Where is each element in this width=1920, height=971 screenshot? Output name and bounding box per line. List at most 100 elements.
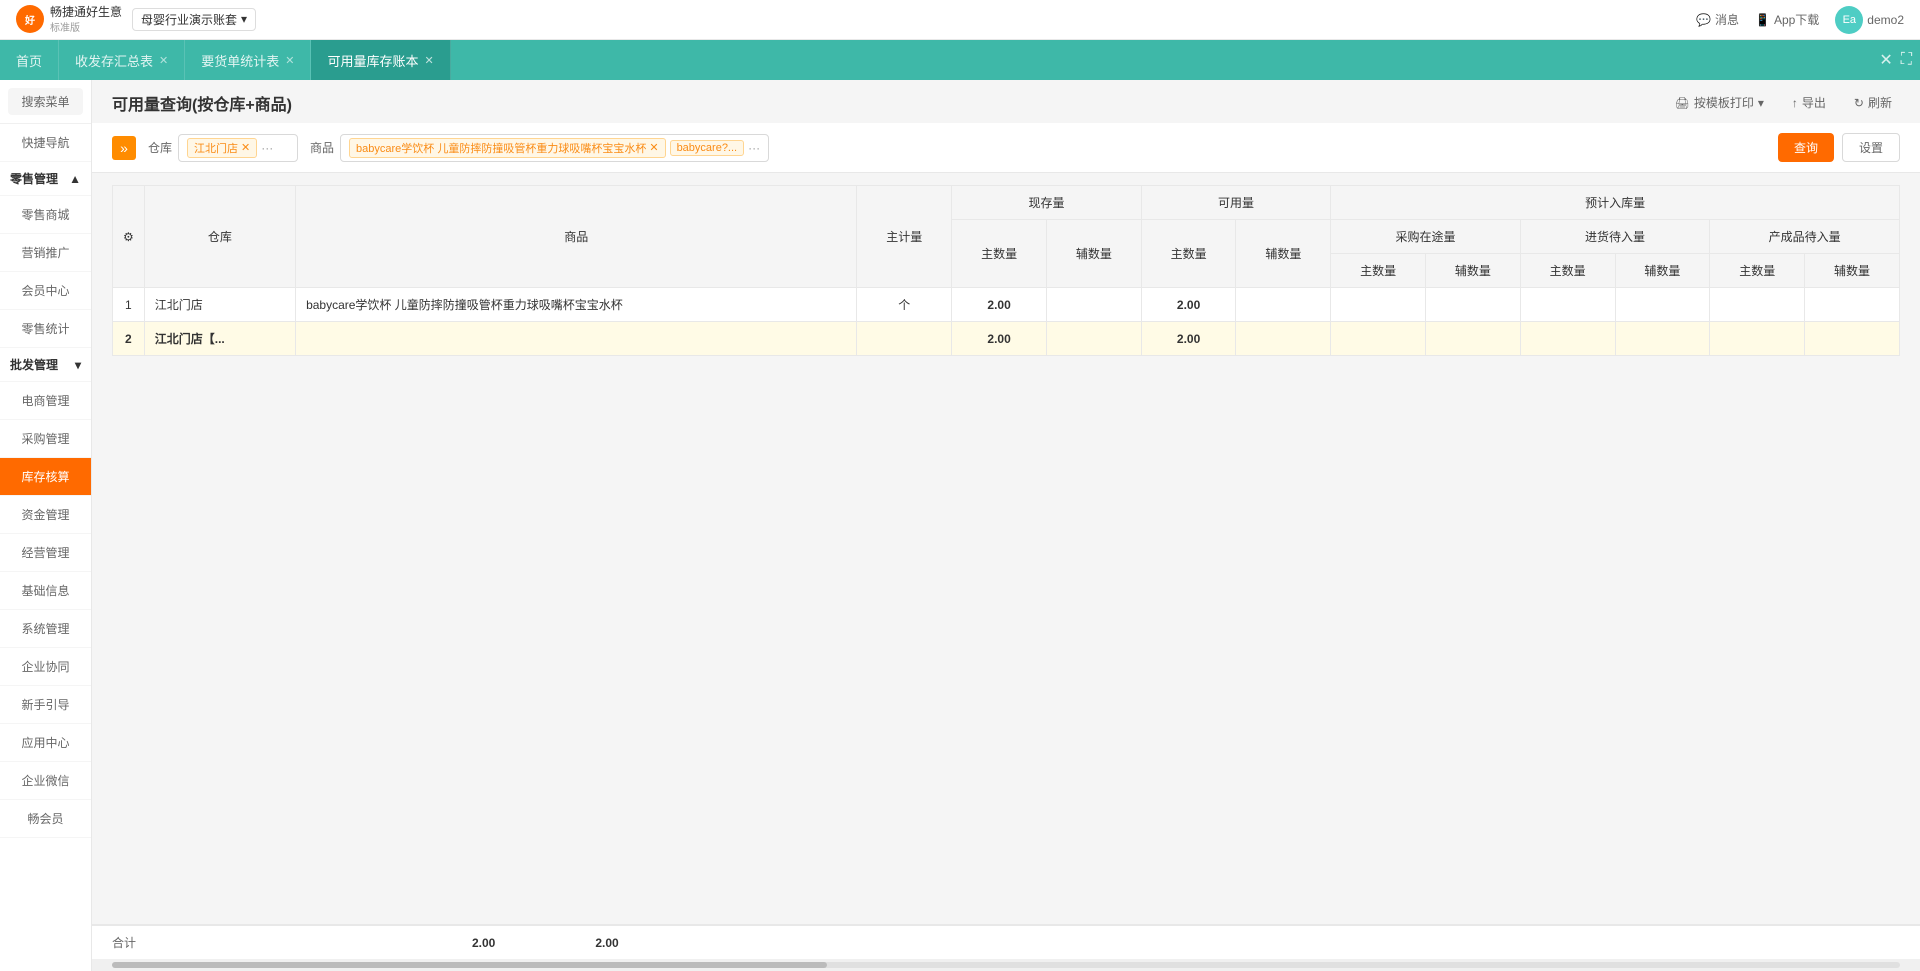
close-all-tabs-button[interactable]: ✕ [1879,50,1892,70]
warehouse-tag-close[interactable]: ✕ [241,141,250,154]
topbar-left: 好 畅捷通好生意 标准版 母婴行业演示账套 ▾ [16,5,256,34]
th-available-group: 可用量 [1141,186,1331,220]
close-icon[interactable]: ✕ [159,54,168,67]
th-planned-in-group: 预计入库量 [1331,186,1900,220]
product-tag-1-label: babycare学饮杯 儿童防摔防撞吸管杯重力球吸嘴杯宝宝水杯 [356,140,646,156]
sidebar-item-retail-mall[interactable]: 零售商城 [0,196,91,234]
sidebar-item-corp-wechat[interactable]: 企业微信 [0,762,91,800]
sidebar-item-ops-mgmt[interactable]: 经营管理 [0,534,91,572]
warehouse-filter-label: 仓库 [148,139,172,156]
chevron-down-icon: ▾ [1758,96,1764,110]
table-row: 2江北门店【...2.002.00 [113,322,1900,356]
refresh-icon: ↻ [1854,96,1864,110]
product-input[interactable]: babycare学饮杯 儿童防摔防撞吸管杯重力球吸嘴杯宝宝水杯 ✕ babyca… [340,134,769,162]
export-button[interactable]: ↑ 导出 [1784,90,1834,115]
sidebar-item-quick-nav[interactable]: 快捷导航 [0,124,91,162]
sidebar-item-marketing-label: 营销推广 [21,246,69,260]
data-table: ⚙ 仓库 商品 主计量 现存量 可用量 预计入库量 主数量 辅数量 主数量 辅数… [112,185,1900,356]
th-purchase-main: 主数量 [1331,254,1426,288]
print-template-button[interactable]: 🖨 按模板打印 ▾ [1667,90,1772,115]
tab-home[interactable]: 首页 [0,40,59,80]
scrollbar-track[interactable] [112,962,1900,968]
product-tag-1-close[interactable]: ✕ [649,141,658,154]
footer-avail-main: 2.00 [595,936,618,950]
th-stock-main: 主数量 [952,220,1047,288]
print-icon: 🖨 [1675,96,1690,110]
sidebar-item-basic-info-label: 基础信息 [21,584,69,598]
sidebar-item-retail-mgmt-label: 零售管理 [10,170,58,187]
table-container: ⚙ 仓库 商品 主计量 现存量 可用量 预计入库量 主数量 辅数量 主数量 辅数… [92,173,1920,924]
page-header: 可用量查询(按仓库+商品) 🖨 按模板打印 ▾ ↑ 导出 ↻ 刷新 [92,80,1920,123]
chevron-down-icon: ▾ [75,358,81,372]
product-tag-1: babycare学饮杯 儿童防摔防撞吸管杯重力球吸嘴杯宝宝水杯 ✕ [349,138,666,158]
sidebar-item-retail-stats[interactable]: 零售统计 [0,310,91,348]
avatar: Ea [1835,6,1863,34]
logo-area: 好 畅捷通好生意 标准版 [16,5,122,34]
close-icon[interactable]: ✕ [285,54,294,67]
sidebar-item-purchase-mgmt[interactable]: 采购管理 [0,420,91,458]
sidebar-item-ecom-mgmt[interactable]: 电商管理 [0,382,91,420]
user-action[interactable]: Ea demo2 [1835,6,1904,34]
sidebar-item-corp-collab[interactable]: 企业协同 [0,648,91,686]
refresh-button[interactable]: ↻ 刷新 [1846,90,1900,115]
sidebar-item-retail-mall-label: 零售商城 [21,208,69,222]
th-product: 商品 [296,186,857,288]
sidebar-item-member-label: 畅会员 [27,812,63,826]
sidebar-item-retail-mgmt[interactable]: 零售管理 ▲ [0,162,91,196]
filter-more-icon2[interactable]: ··· [748,141,760,155]
warehouse-tag-label: 江北门店 [194,140,238,156]
th-products-main: 主数量 [1710,254,1805,288]
settings-button[interactable]: 设置 [1842,133,1900,162]
export-label: 导出 [1802,94,1826,111]
filter-more-icon[interactable]: ··· [261,141,273,155]
close-icon[interactable]: ✕ [425,54,434,67]
th-gear[interactable]: ⚙ [113,186,145,288]
sidebar-item-new-guide[interactable]: 新手引导 [0,686,91,724]
sidebar-item-sys-mgmt[interactable]: 系统管理 [0,610,91,648]
sidebar-item-stock-mgmt-label: 库存核算 [21,470,69,484]
scrollbar-thumb[interactable] [112,962,827,968]
tab-order-stats[interactable]: 要货单统计表 ✕ [185,40,311,80]
message-icon: 💬 [1696,13,1711,27]
filter-bar: » 仓库 江北门店 ✕ ··· 商品 babycare学饮杯 儿童防摔防撞吸管杯… [92,123,1920,173]
sidebar-item-finance-mgmt-label: 资金管理 [21,508,69,522]
message-action[interactable]: 💬 消息 [1696,11,1739,28]
scrollbar-area [92,959,1920,971]
maximize-button[interactable]: ⛶ [1901,51,1912,69]
app-download-action[interactable]: 📱 App下载 [1755,11,1819,28]
sidebar-item-member[interactable]: 畅会员 [0,800,91,838]
sidebar-item-member-center[interactable]: 会员中心 [0,272,91,310]
tab-order-stats-label: 要货单统计表 [201,51,279,70]
tab-home-label: 首页 [16,51,42,70]
sidebar-item-wholesale-mgmt-label: 批发管理 [10,356,58,373]
table-row: 1江北门店babycare学饮杯 儿童防摔防撞吸管杯重力球吸嘴杯宝宝水杯个2.0… [113,288,1900,322]
nav-tabs: 首页 收发存汇总表 ✕ 要货单统计表 ✕ 可用量库存账本 ✕ ✕ ⛶ [0,40,1920,80]
query-button[interactable]: 查询 [1778,133,1834,162]
footer-values: 2.00 2.00 [192,936,1900,950]
sidebar-item-marketing[interactable]: 营销推广 [0,234,91,272]
sidebar-item-stock-mgmt[interactable]: 库存核算 [0,458,91,496]
tab-income-expense[interactable]: 收发存汇总表 ✕ [59,40,185,80]
th-incoming-main: 主数量 [1520,254,1615,288]
page-actions: 🖨 按模板打印 ▾ ↑ 导出 ↻ 刷新 [1667,90,1900,115]
sidebar-item-member-center-label: 会员中心 [21,284,69,298]
warehouse-input[interactable]: 江北门店 ✕ ··· [178,134,298,162]
sidebar-item-basic-info[interactable]: 基础信息 [0,572,91,610]
industry-select-label: 母婴行业演示账套 [141,11,237,28]
filter-toggle-button[interactable]: » [112,136,136,160]
table-footer: 合计 2.00 2.00 [92,924,1920,959]
th-incoming-pending: 进货待入量 [1520,220,1710,254]
search-menu-button[interactable]: 搜索菜单 [8,88,83,115]
footer-label: 合计 [112,934,172,951]
avatar-text: Ea [1843,14,1856,26]
industry-select[interactable]: 母婴行业演示账套 ▾ [132,8,256,31]
tab-available-stock[interactable]: 可用量库存账本 ✕ [311,40,450,80]
sidebar-search-area: 搜索菜单 [0,80,91,124]
sidebar-item-finance-mgmt[interactable]: 资金管理 [0,496,91,534]
sidebar-item-ops-mgmt-label: 经营管理 [21,546,69,560]
page-title: 可用量查询(按仓库+商品) [112,91,292,115]
sidebar-item-wholesale-mgmt[interactable]: 批发管理 ▾ [0,348,91,382]
sidebar-item-app-center[interactable]: 应用中心 [0,724,91,762]
product-tag-2-label: babycare?... [677,142,738,154]
sidebar-item-app-center-label: 应用中心 [21,736,69,750]
